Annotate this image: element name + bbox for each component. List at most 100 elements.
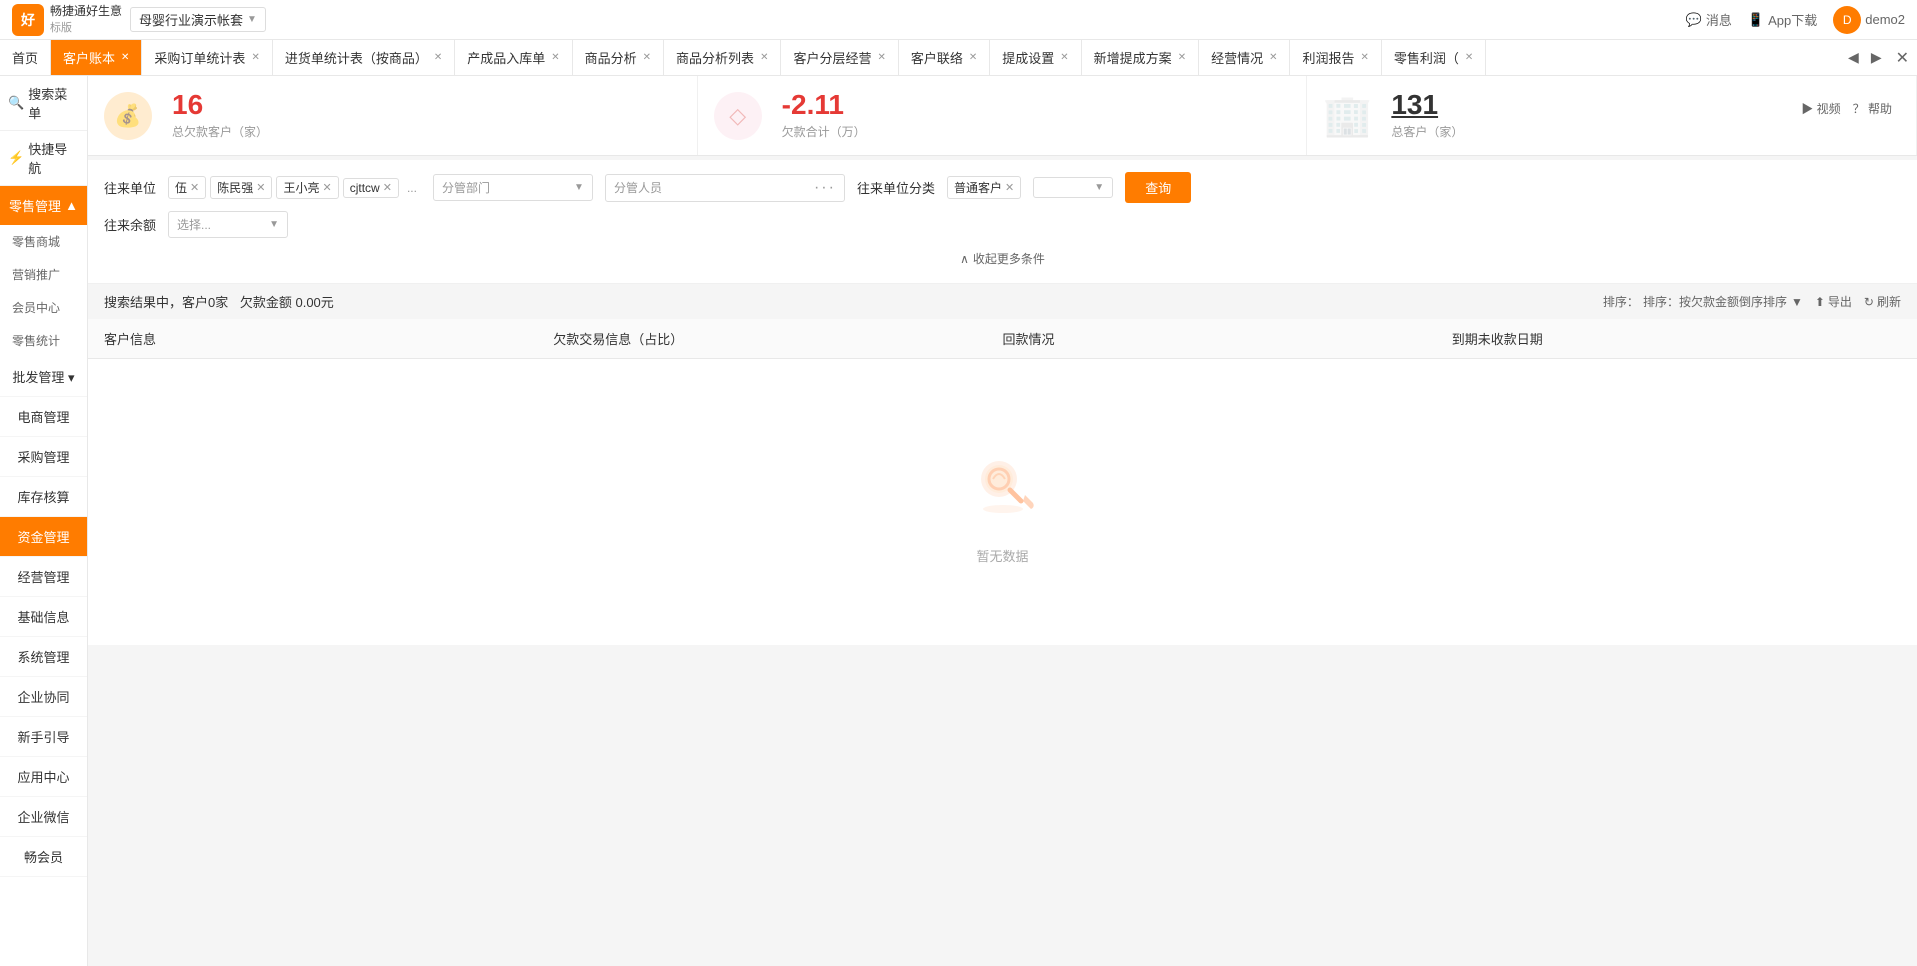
balance-chevron: ▼ <box>269 219 279 230</box>
remove-tag-wang[interactable]: ✕ <box>323 181 332 194</box>
collapse-button[interactable]: ∧ 收起更多条件 <box>104 246 1901 271</box>
sidebar-item-member-center[interactable]: 会员中心 <box>0 291 87 324</box>
tab-customer-segment[interactable]: 客户分层经营 ✕ <box>781 40 898 75</box>
tab-label: 客户分层经营 <box>793 48 871 67</box>
close-icon[interactable]: ✕ <box>1178 52 1186 63</box>
expand-icon: ▲ <box>65 198 78 213</box>
person-select[interactable]: 分管人员 ··· <box>605 174 845 202</box>
sidebar-item-retail-store[interactable]: 零售商城 <box>0 225 87 258</box>
close-icon[interactable]: ✕ <box>1465 52 1473 63</box>
close-icon[interactable]: ✕ <box>877 52 885 63</box>
sidebar-item-enterprise-wechat[interactable]: 企业微信 <box>0 797 87 837</box>
video-btn[interactable]: ▶ 视频 <box>1801 100 1840 117</box>
remove-tag-wu[interactable]: ✕ <box>190 181 199 194</box>
remove-tag-chen[interactable]: ✕ <box>256 181 265 194</box>
app-download-btn[interactable]: 📱 App下载 <box>1748 10 1817 29</box>
tab-business-status[interactable]: 经营情况 ✕ <box>1199 40 1290 75</box>
stat-label-1: 总欠款客户（家） <box>172 123 268 140</box>
close-icon[interactable]: ✕ <box>760 52 768 63</box>
remove-tag-normal[interactable]: ✕ <box>1005 181 1014 194</box>
collapse-row: ∧ 收起更多条件 <box>104 246 1901 271</box>
unit-type-select[interactable]: ▼ <box>1033 177 1113 198</box>
close-all-tabs[interactable]: ✕ <box>1888 48 1917 68</box>
refresh-button[interactable]: ↻ 刷新 <box>1864 293 1901 310</box>
close-icon[interactable]: ✕ <box>1361 52 1369 63</box>
sidebar-item-operations[interactable]: 经营管理 <box>0 557 87 597</box>
sidebar-item-label: 基础信息 <box>17 610 69 625</box>
query-label: 查询 <box>1145 181 1171 196</box>
nav-left-arrow[interactable]: ◀ <box>1842 49 1865 66</box>
close-icon[interactable]: ✕ <box>434 52 442 63</box>
sidebar-item-finance[interactable]: 资金管理 <box>0 517 87 557</box>
sidebar-item-retail-stats[interactable]: 零售统计 <box>0 324 87 357</box>
sidebar-item-newbie[interactable]: 新手引导 <box>0 717 87 757</box>
dept-select[interactable]: 分管部门 ▼ <box>433 174 593 201</box>
search-label: 搜索菜单 <box>28 84 79 122</box>
balance-select[interactable]: 选择... ▼ <box>168 211 288 238</box>
tab-retail-profit[interactable]: 零售利润（ ✕ <box>1382 40 1486 75</box>
tab-product-inbound[interactable]: 产成品入库单 ✕ <box>455 40 572 75</box>
tab-profit-report[interactable]: 利润报告 ✕ <box>1290 40 1381 75</box>
tab-label: 采购订单统计表 <box>154 48 245 67</box>
tab-label: 新增提成方案 <box>1094 48 1172 67</box>
help-icon: ？ <box>1853 102 1865 116</box>
sidebar-item-basic-info[interactable]: 基础信息 <box>0 597 87 637</box>
stat-bg-icon-2: ◇ <box>714 92 762 140</box>
close-icon[interactable]: ✕ <box>251 52 259 63</box>
message-icon: 💬 <box>1686 12 1702 28</box>
sidebar-item-label: 企业微信 <box>17 810 69 825</box>
sidebar-item-wholesale[interactable]: 批发管理 ▾ <box>0 357 87 397</box>
content-area: 💰 16 总欠款客户（家） ◇ -2.11 欠款合计（万） 🏢 <box>88 76 1917 966</box>
export-button[interactable]: ⬆ 导出 <box>1815 293 1852 310</box>
tab-purchase-stats[interactable]: 采购订单统计表 ✕ <box>142 40 272 75</box>
close-icon[interactable]: ✕ <box>551 52 559 63</box>
sidebar-item-enterprise[interactable]: 企业协同 <box>0 677 87 717</box>
filter-tag-cjttcw: cjttcw ✕ <box>343 178 399 198</box>
stat-actions: ▶ 视频 ？ 帮助 <box>1801 100 1892 117</box>
logo-sub: 标版 <box>50 19 122 35</box>
sidebar-item-ecommerce[interactable]: 电商管理 <box>0 397 87 437</box>
sidebar-item-chang-member[interactable]: 畅会员 <box>0 837 87 877</box>
sidebar-search[interactable]: 🔍 搜索菜单 <box>0 76 87 131</box>
user-area[interactable]: D demo2 <box>1833 6 1905 34</box>
sidebar-item-purchase[interactable]: 采购管理 <box>0 437 87 477</box>
close-icon[interactable]: ✕ <box>1060 52 1068 63</box>
sidebar-item-retail-management[interactable]: 零售管理 ▲ <box>0 186 87 225</box>
store-name: 母婴行业演示帐套 <box>139 10 243 29</box>
main-layout: 🔍 搜索菜单 ⚡ 快捷导航 零售管理 ▲ 零售商城 营销推广 会员中心 零售统计 <box>0 76 1917 966</box>
tab-label: 零售利润（ <box>1394 48 1459 67</box>
results-info: 搜索结果中，客户0家 欠款金额 0.00元 <box>104 292 334 311</box>
remove-tag-cjttcw[interactable]: ✕ <box>383 181 392 194</box>
sidebar-item-app-center[interactable]: 应用中心 <box>0 757 87 797</box>
help-btn[interactable]: ？ 帮助 <box>1853 100 1892 117</box>
sidebar-item-system[interactable]: 系统管理 <box>0 637 87 677</box>
tab-label: 产成品入库单 <box>467 48 545 67</box>
store-select[interactable]: 母婴行业演示帐套 ▼ <box>130 7 266 32</box>
close-icon[interactable]: ✕ <box>1269 52 1277 63</box>
tab-label: 提成设置 <box>1002 48 1054 67</box>
sort-select[interactable]: 排序： 排序：按欠款金额倒序排序 ▼ <box>1603 293 1803 310</box>
tab-home[interactable]: 首页 <box>0 40 51 75</box>
tab-new-commission[interactable]: 新增提成方案 ✕ <box>1082 40 1199 75</box>
sidebar: 🔍 搜索菜单 ⚡ 快捷导航 零售管理 ▲ 零售商城 营销推广 会员中心 零售统计 <box>0 76 88 966</box>
tab-customer-ledger-close[interactable]: ✕ <box>121 52 129 63</box>
logo-area: 好 畅捷通好生意 标版 <box>12 4 122 36</box>
sidebar-item-label: 零售统计 <box>12 334 60 348</box>
tab-inbound-stats[interactable]: 进货单统计表（按商品） ✕ <box>273 40 455 75</box>
tab-product-analysis-list[interactable]: 商品分析列表 ✕ <box>664 40 781 75</box>
tab-customer-contact[interactable]: 客户联络 ✕ <box>899 40 990 75</box>
person-dots[interactable]: ··· <box>814 179 836 197</box>
tab-commission-settings[interactable]: 提成设置 ✕ <box>990 40 1081 75</box>
filter-more-tags[interactable]: ... <box>403 179 421 197</box>
filter-tag-wang: 王小亮 ✕ <box>276 176 338 199</box>
close-icon[interactable]: ✕ <box>969 52 977 63</box>
nav-right-arrow[interactable]: ▶ <box>1865 49 1888 66</box>
query-button[interactable]: 查询 <box>1125 172 1191 203</box>
sidebar-item-marketing[interactable]: 营销推广 <box>0 258 87 291</box>
tab-product-analysis[interactable]: 商品分析 ✕ <box>573 40 664 75</box>
sidebar-quick-nav[interactable]: ⚡ 快捷导航 <box>0 131 87 186</box>
sidebar-item-inventory[interactable]: 库存核算 <box>0 477 87 517</box>
message-btn[interactable]: 💬 消息 <box>1686 10 1732 29</box>
close-icon[interactable]: ✕ <box>643 52 651 63</box>
tab-customer-ledger[interactable]: 客户账本 ✕ <box>51 40 142 75</box>
